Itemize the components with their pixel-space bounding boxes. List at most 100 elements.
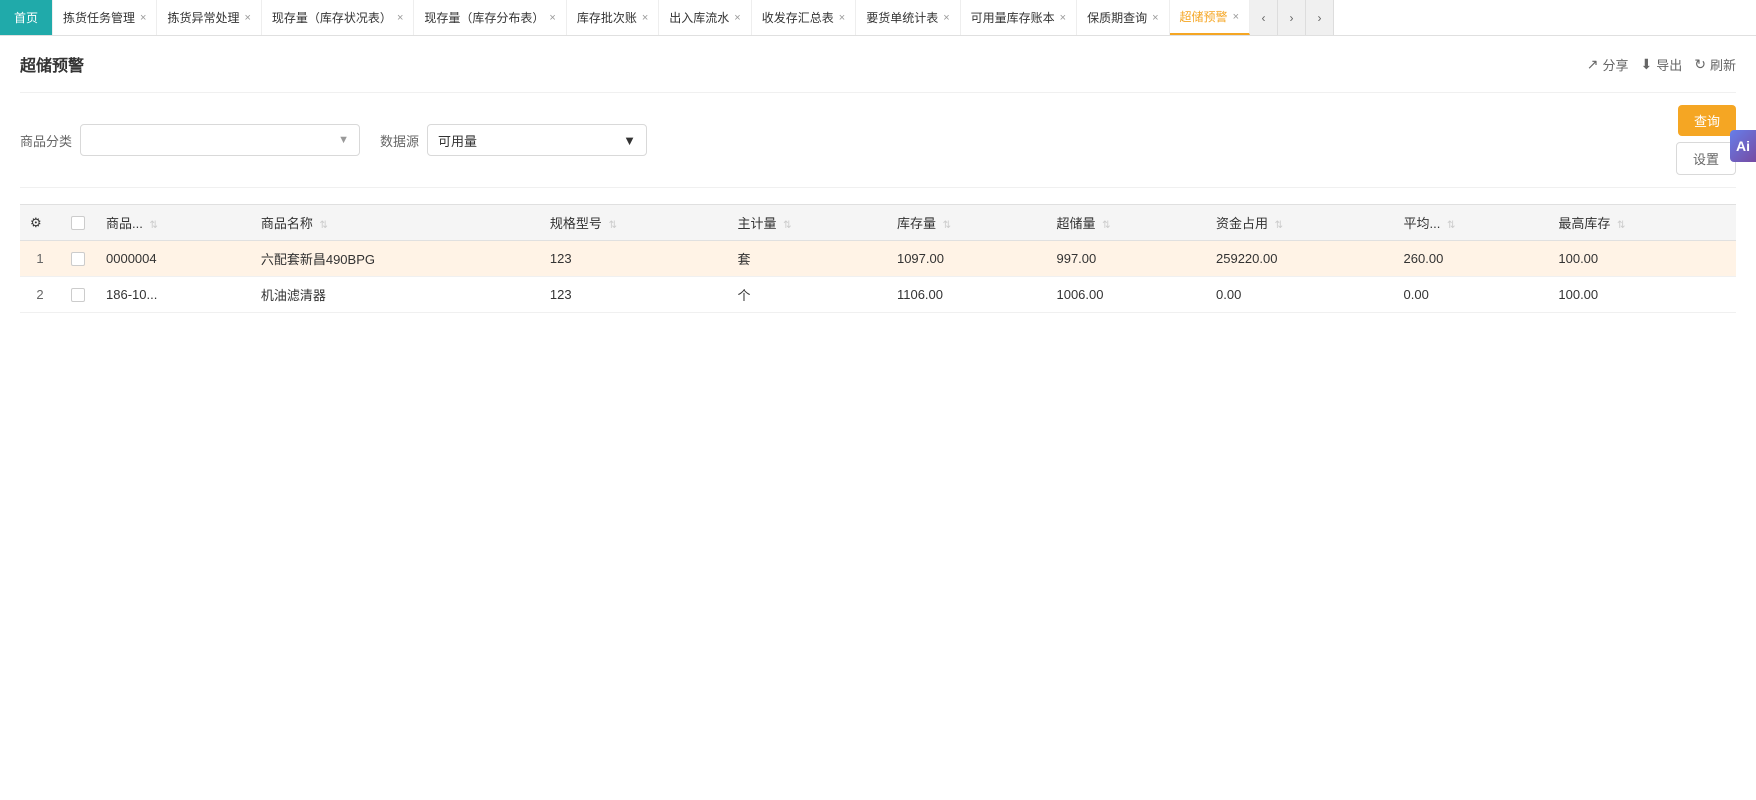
- nav-home[interactable]: 首页: [0, 0, 53, 35]
- category-filter-label: 商品分类: [20, 131, 72, 150]
- filter-bar: 商品分类 ▼ 数据源 可用量 ▼ 查询 设置: [20, 92, 1736, 188]
- cell-checkbox[interactable]: [60, 241, 96, 277]
- topbar: 首页 拣货任务管理 × 拣货异常处理 × 现存量（库存状况表） × 现存量（库存…: [0, 0, 1756, 36]
- nav-next-arrow[interactable]: ›: [1278, 0, 1306, 35]
- tab-inventory-dist-close[interactable]: ×: [549, 12, 555, 24]
- sort-icon-product-code: ⇅: [149, 220, 157, 231]
- ai-badge-label: Ai: [1736, 138, 1750, 154]
- sort-icon-max-stock: ⇅: [1617, 220, 1625, 231]
- col-header-product-name-label: 商品名称: [261, 216, 313, 231]
- nav-more-arrow[interactable]: ›: [1306, 0, 1334, 35]
- tab-recv-summary-close[interactable]: ×: [839, 12, 845, 24]
- cell-avg: 260.00: [1394, 241, 1549, 277]
- cell-product-code: 186-10...: [96, 277, 251, 313]
- cell-checkbox[interactable]: [60, 277, 96, 313]
- col-header-capital[interactable]: 资金占用 ⇅: [1206, 205, 1394, 241]
- datasource-chevron-icon: ▼: [623, 133, 636, 148]
- refresh-button[interactable]: ↻ 刷新: [1694, 55, 1736, 74]
- page-title: 超储预警: [20, 52, 84, 76]
- row-checkbox[interactable]: [71, 252, 85, 266]
- col-header-settings[interactable]: ⚙: [20, 205, 60, 241]
- col-header-unit[interactable]: 主计量 ⇅: [727, 205, 887, 241]
- category-filter-group: 商品分类 ▼: [20, 124, 360, 156]
- sort-icon-unit: ⇅: [783, 220, 791, 231]
- share-icon: ↗: [1587, 56, 1599, 73]
- export-button[interactable]: ⬇ 导出: [1641, 55, 1683, 74]
- settings-button[interactable]: 设置: [1676, 142, 1736, 175]
- col-header-max-stock[interactable]: 最高库存 ⇅: [1548, 205, 1736, 241]
- refresh-label: 刷新: [1710, 55, 1736, 74]
- cell-overstock: 997.00: [1046, 241, 1206, 277]
- tab-overstock-warning-close[interactable]: ×: [1233, 11, 1239, 23]
- col-header-overstock[interactable]: 超储量 ⇅: [1046, 205, 1206, 241]
- home-label: 首页: [14, 9, 38, 26]
- select-all-checkbox[interactable]: [71, 216, 85, 230]
- col-header-product-code[interactable]: 商品... ⇅: [96, 205, 251, 241]
- tab-inventory-status[interactable]: 现存量（库存状况表） ×: [262, 0, 414, 35]
- cell-product-name: 机油滤清器: [251, 277, 540, 313]
- cell-index: 1: [20, 241, 60, 277]
- cell-capital: 0.00: [1206, 277, 1394, 313]
- tab-available-ledger[interactable]: 可用量库存账本 ×: [961, 0, 1077, 35]
- col-header-unit-label: 主计量: [737, 216, 776, 231]
- tab-expiry-query[interactable]: 保质期查询 ×: [1077, 0, 1169, 35]
- tab-inventory-batch[interactable]: 库存批次账 ×: [567, 0, 659, 35]
- tab-inout-flow-close[interactable]: ×: [734, 12, 740, 24]
- tab-pick-task[interactable]: 拣货任务管理 ×: [53, 0, 157, 35]
- category-select[interactable]: ▼: [80, 124, 360, 156]
- tab-pick-exception-close[interactable]: ×: [244, 12, 250, 24]
- tab-inventory-status-label: 现存量（库存状况表）: [272, 9, 392, 26]
- page-header: 超储预警 ↗ 分享 ⬇ 导出 ↻ 刷新: [20, 52, 1736, 76]
- export-label: 导出: [1656, 55, 1682, 74]
- tab-pick-task-close[interactable]: ×: [140, 12, 146, 24]
- data-table: ⚙ 商品... ⇅ 商品名称 ⇅ 规格型号 ⇅: [20, 204, 1736, 313]
- query-button[interactable]: 查询: [1678, 105, 1736, 136]
- header-actions: ↗ 分享 ⬇ 导出 ↻ 刷新: [1587, 55, 1736, 74]
- nav-prev-arrow[interactable]: ‹: [1250, 0, 1278, 35]
- datasource-select-value: 可用量: [438, 131, 477, 150]
- cell-spec: 123: [540, 277, 728, 313]
- cell-capital: 259220.00: [1206, 241, 1394, 277]
- share-button[interactable]: ↗ 分享: [1587, 55, 1629, 74]
- tab-pick-exception[interactable]: 拣货异常处理 ×: [157, 0, 261, 35]
- sort-icon-overstock: ⇅: [1102, 220, 1110, 231]
- page-content: 超储预警 ↗ 分享 ⬇ 导出 ↻ 刷新 商品分类 ▼ 数据源: [0, 36, 1756, 800]
- cell-stock: 1097.00: [887, 241, 1047, 277]
- tab-inventory-dist[interactable]: 现存量（库存分布表） ×: [414, 0, 566, 35]
- sort-icon-avg: ⇅: [1447, 220, 1455, 231]
- cell-spec: 123: [540, 241, 728, 277]
- tab-inventory-dist-label: 现存量（库存分布表）: [424, 9, 544, 26]
- col-header-spec[interactable]: 规格型号 ⇅: [540, 205, 728, 241]
- col-header-stock[interactable]: 库存量 ⇅: [887, 205, 1047, 241]
- col-header-avg-label: 平均...: [1404, 216, 1441, 231]
- tab-recv-summary[interactable]: 收发存汇总表 ×: [752, 0, 856, 35]
- tab-demand-stats[interactable]: 要货单统计表 ×: [856, 0, 960, 35]
- tab-inventory-batch-close[interactable]: ×: [642, 12, 648, 24]
- tab-available-ledger-close[interactable]: ×: [1060, 12, 1066, 24]
- tab-demand-stats-close[interactable]: ×: [943, 12, 949, 24]
- category-chevron-icon: ▼: [338, 134, 349, 146]
- tab-overstock-warning[interactable]: 超储预警 ×: [1170, 0, 1250, 35]
- col-header-avg[interactable]: 平均... ⇅: [1394, 205, 1549, 241]
- tab-expiry-query-close[interactable]: ×: [1152, 12, 1158, 24]
- tab-demand-stats-label: 要货单统计表: [866, 9, 938, 26]
- cell-index: 2: [20, 277, 60, 313]
- tab-inout-flow-label: 出入库流水: [669, 9, 729, 26]
- tab-inventory-status-close[interactable]: ×: [397, 12, 403, 24]
- cell-unit: 套: [727, 241, 887, 277]
- row-checkbox[interactable]: [71, 288, 85, 302]
- table-row: 2 186-10... 机油滤清器 123 个 1106.00 1006.00 …: [20, 277, 1736, 313]
- col-header-checkbox[interactable]: [60, 205, 96, 241]
- share-label: 分享: [1602, 55, 1628, 74]
- col-header-product-name[interactable]: 商品名称 ⇅: [251, 205, 540, 241]
- table-row: 1 0000004 六配套新昌490BPG 123 套 1097.00 997.…: [20, 241, 1736, 277]
- datasource-select[interactable]: 可用量 ▼: [427, 124, 647, 156]
- tab-pick-task-label: 拣货任务管理: [63, 9, 135, 26]
- tab-inout-flow[interactable]: 出入库流水 ×: [659, 0, 751, 35]
- ai-badge[interactable]: Ai: [1730, 130, 1756, 162]
- sort-icon-spec: ⇅: [609, 220, 617, 231]
- sort-icon-stock: ⇅: [943, 220, 951, 231]
- col-header-spec-label: 规格型号: [550, 216, 602, 231]
- cell-max-stock: 100.00: [1548, 277, 1736, 313]
- tab-inventory-batch-label: 库存批次账: [577, 9, 637, 26]
